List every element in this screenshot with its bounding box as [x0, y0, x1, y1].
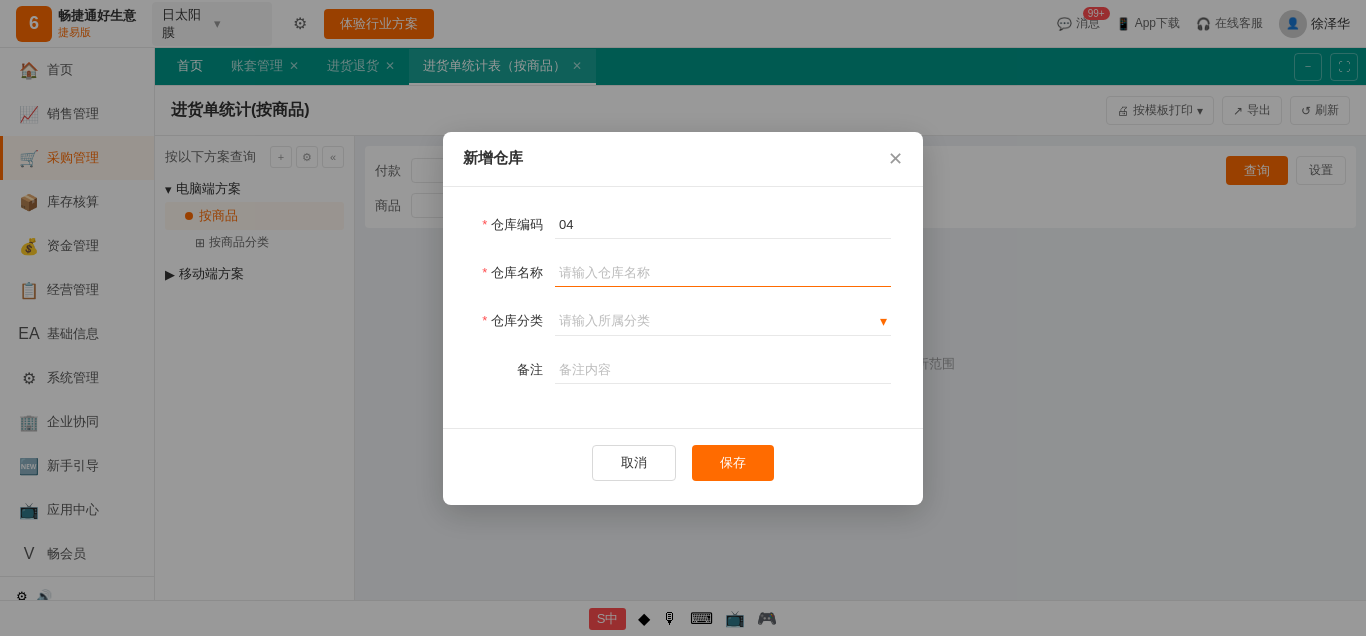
input-remark[interactable]: [555, 356, 891, 384]
form-label-warehouse-code: * 仓库编码: [475, 216, 555, 234]
required-mark: *: [482, 265, 487, 280]
select-input-warehouse-category[interactable]: [559, 313, 880, 328]
form-row-warehouse-code: * 仓库编码: [475, 211, 891, 239]
modal-overlay: 新增仓库 ✕ * 仓库编码 * 仓库名称 * 仓库分类 ▾ 备注 取消 保存: [0, 0, 1366, 636]
select-wrap-warehouse-category[interactable]: ▾: [555, 307, 891, 336]
add-warehouse-modal: 新增仓库 ✕ * 仓库编码 * 仓库名称 * 仓库分类 ▾ 备注 取消 保存: [443, 132, 923, 505]
form-row-remark: 备注: [475, 356, 891, 384]
modal-title: 新增仓库: [463, 149, 888, 168]
form-label-warehouse-name: * 仓库名称: [475, 264, 555, 282]
required-mark: *: [482, 217, 487, 232]
modal-header: 新增仓库 ✕: [443, 132, 923, 187]
cancel-button[interactable]: 取消: [592, 445, 676, 481]
input-warehouse-name[interactable]: [555, 259, 891, 287]
required-mark: *: [482, 313, 487, 328]
form-label-remark: 备注: [475, 361, 555, 379]
form-row-warehouse-name: * 仓库名称: [475, 259, 891, 287]
modal-body: * 仓库编码 * 仓库名称 * 仓库分类 ▾ 备注: [443, 187, 923, 428]
modal-close-button[interactable]: ✕: [888, 148, 903, 170]
save-button[interactable]: 保存: [692, 445, 774, 481]
form-label-warehouse-category: * 仓库分类: [475, 312, 555, 330]
form-row-warehouse-category: * 仓库分类 ▾: [475, 307, 891, 336]
input-warehouse-code[interactable]: [555, 211, 891, 239]
modal-footer: 取消 保存: [443, 428, 923, 505]
dropdown-arrow-warehouse-category: ▾: [880, 313, 887, 329]
